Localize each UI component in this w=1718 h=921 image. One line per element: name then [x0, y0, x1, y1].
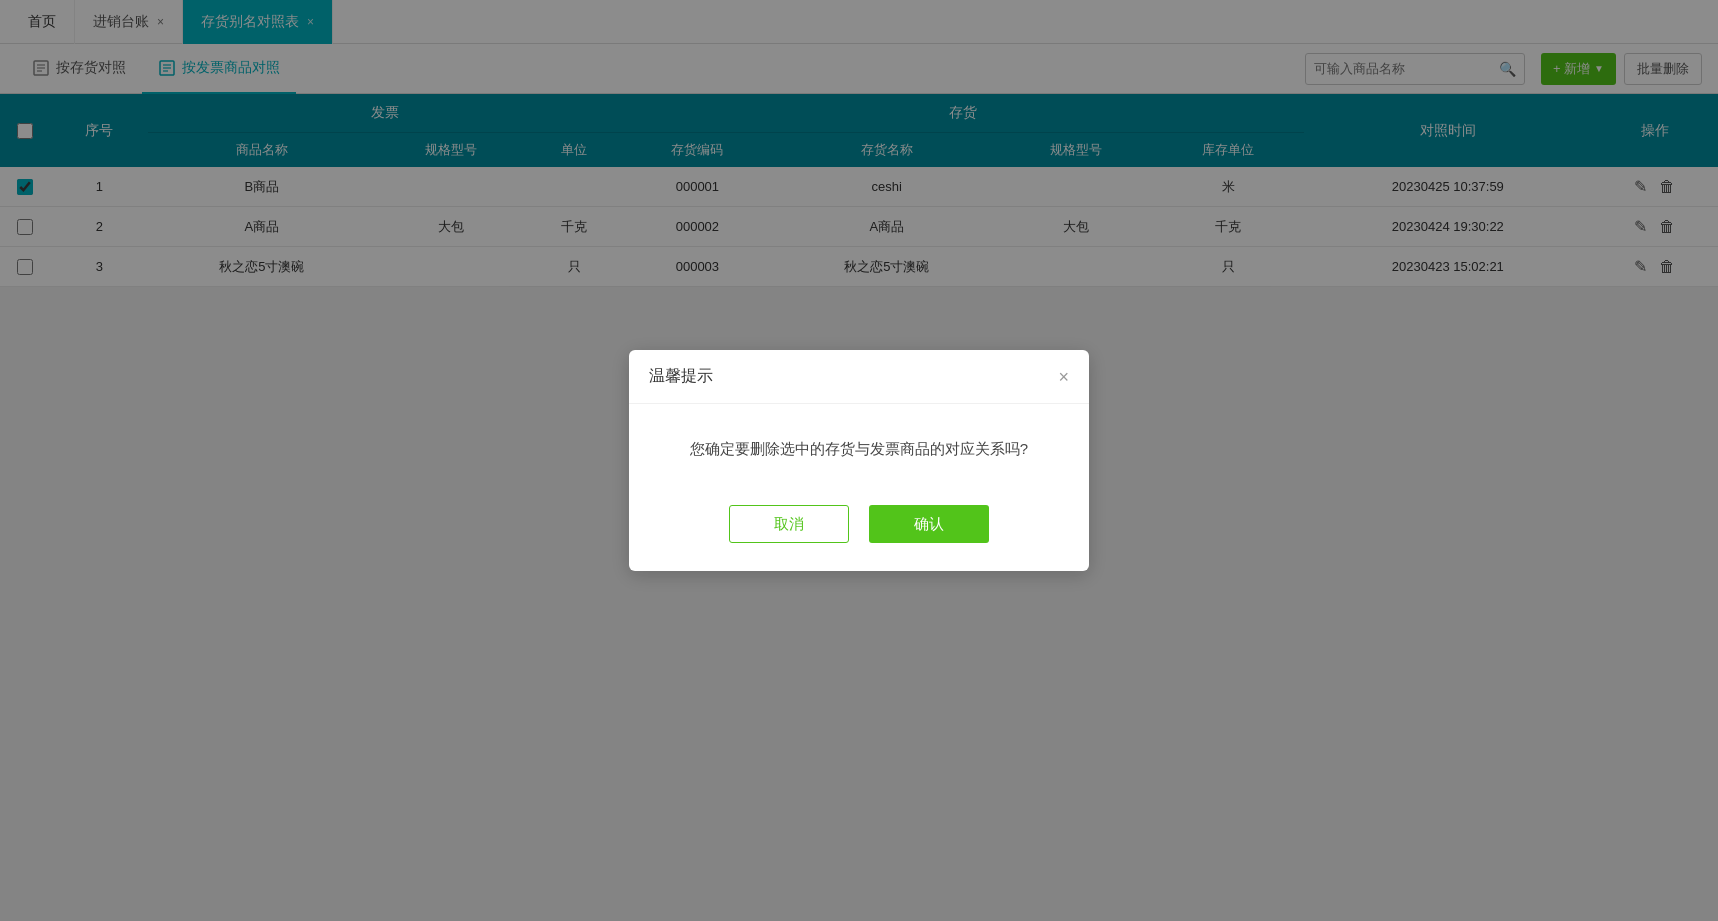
- modal-overlay: 温馨提示 × 您确定要删除选中的存货与发票商品的对应关系吗? 取消 确认: [0, 0, 1718, 287]
